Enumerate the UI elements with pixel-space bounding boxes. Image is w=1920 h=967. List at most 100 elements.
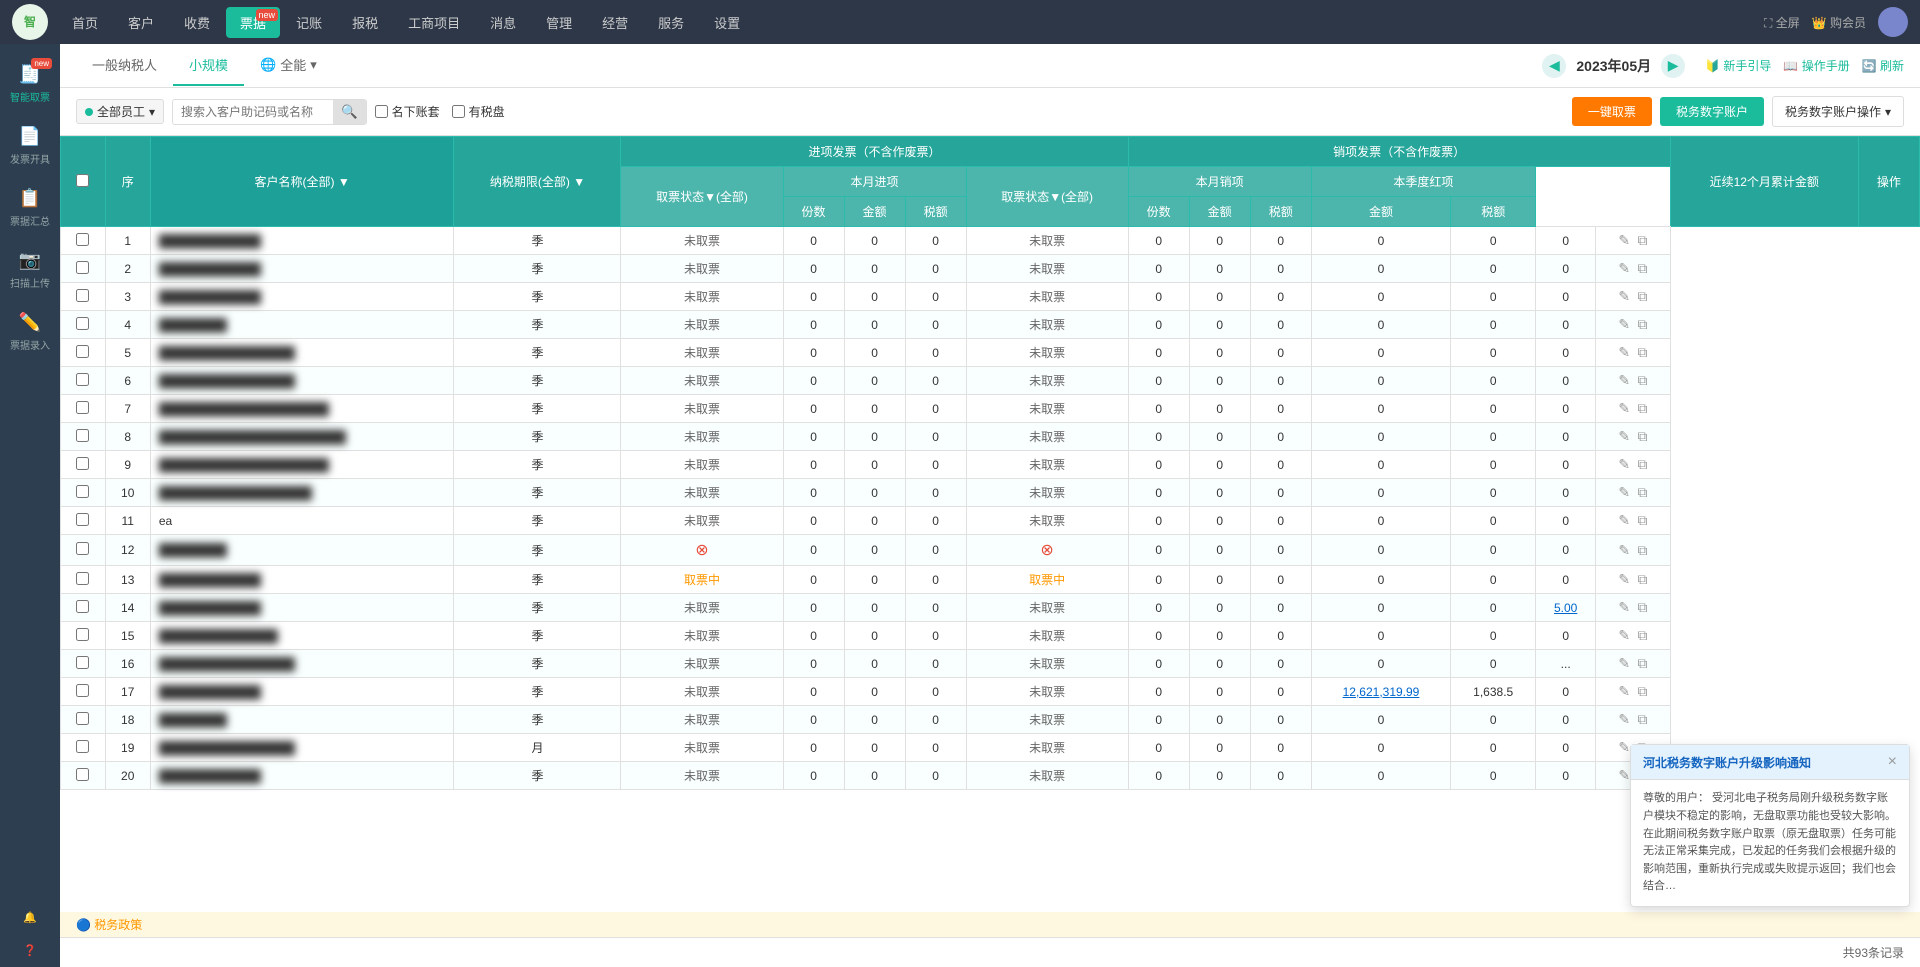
row-checkbox[interactable]	[76, 345, 89, 358]
user-avatar[interactable]	[1878, 7, 1908, 37]
copy-btn[interactable]: ⧉	[1636, 683, 1650, 699]
sidebar-help[interactable]: ❓	[0, 934, 60, 967]
manual-btn[interactable]: 📖 操作手册	[1783, 57, 1849, 74]
nav-settings[interactable]: 设置	[700, 7, 754, 38]
tab-general-taxpayer[interactable]: 一般纳税人	[76, 45, 173, 86]
copy-btn[interactable]: ⧉	[1636, 456, 1650, 472]
nav-manage[interactable]: 管理	[532, 7, 586, 38]
edit-btn[interactable]: ✎	[1616, 571, 1632, 587]
row-checkbox[interactable]	[76, 401, 89, 414]
edit-btn[interactable]: ✎	[1616, 655, 1632, 671]
copy-btn[interactable]: ⧉	[1636, 512, 1650, 528]
row-checkbox[interactable]	[76, 684, 89, 697]
tax-policy-bar[interactable]: 🔵 税务政策	[60, 912, 1920, 937]
search-input[interactable]	[173, 101, 333, 123]
tax-operation-btn[interactable]: 税务数字账户操作 ▾	[1772, 96, 1904, 127]
refresh-btn[interactable]: 🔄 刷新	[1862, 57, 1904, 74]
edit-btn[interactable]: ✎	[1616, 316, 1632, 332]
employee-selector[interactable]: 全部员工 ▾	[76, 99, 164, 124]
row-checkbox[interactable]	[76, 429, 89, 442]
nav-service[interactable]: 服务	[644, 7, 698, 38]
fetch-ticket-btn[interactable]: 一键取票	[1572, 97, 1652, 126]
row-checkbox[interactable]	[76, 485, 89, 498]
search-button[interactable]: 🔍	[333, 100, 366, 124]
checkbox-account-input[interactable]	[375, 105, 388, 118]
copy-btn[interactable]: ⧉	[1636, 260, 1650, 276]
copy-btn[interactable]: ⧉	[1636, 400, 1650, 416]
copy-btn[interactable]: ⧉	[1636, 627, 1650, 643]
row-checkbox[interactable]	[76, 600, 89, 613]
tab-all[interactable]: 🌐 全能 ▾	[244, 45, 333, 86]
checkbox-account[interactable]: 名下账套	[375, 103, 440, 120]
edit-btn[interactable]: ✎	[1616, 288, 1632, 304]
nav-invoice[interactable]: 票据 new	[226, 7, 280, 38]
tab-small-scale[interactable]: 小规模	[173, 45, 244, 86]
nav-fee[interactable]: 收费	[170, 7, 224, 38]
copy-btn[interactable]: ⧉	[1636, 599, 1650, 615]
row-checkbox[interactable]	[76, 740, 89, 753]
edit-btn[interactable]: ✎	[1616, 512, 1632, 528]
th-tax-period: 纳税期限(全部) ▼	[454, 137, 621, 227]
tax-account-btn[interactable]: 税务数字账户	[1660, 97, 1764, 126]
row-checkbox[interactable]	[76, 261, 89, 274]
copy-btn[interactable]: ⧉	[1636, 571, 1650, 587]
member-btn[interactable]: 👑 购会员	[1812, 14, 1866, 31]
edit-btn[interactable]: ✎	[1616, 260, 1632, 276]
copy-btn[interactable]: ⧉	[1636, 484, 1650, 500]
edit-btn[interactable]: ✎	[1616, 428, 1632, 444]
edit-btn[interactable]: ✎	[1616, 711, 1632, 727]
sidebar-item-entry[interactable]: ✏️ 票据录入	[0, 300, 60, 362]
select-all-checkbox[interactable]	[76, 174, 89, 187]
sidebar-item-summary[interactable]: 📋 票据汇总	[0, 176, 60, 238]
row-checkbox[interactable]	[76, 457, 89, 470]
edit-btn[interactable]: ✎	[1616, 372, 1632, 388]
nav-business[interactable]: 工商项目	[394, 7, 474, 38]
row-checkbox[interactable]	[76, 768, 89, 781]
edit-btn[interactable]: ✎	[1616, 484, 1632, 500]
sidebar-item-invoice-open[interactable]: 📄 发票开具	[0, 114, 60, 176]
period-prev-btn[interactable]: ◀	[1542, 54, 1566, 78]
edit-btn[interactable]: ✎	[1616, 400, 1632, 416]
sidebar-item-smart-fetch[interactable]: 🧾 new 智能取票	[0, 52, 60, 114]
nav-operation[interactable]: 经营	[588, 7, 642, 38]
checkbox-tax-disk[interactable]: 有税盘	[452, 103, 505, 120]
row-checkbox[interactable]	[76, 373, 89, 386]
edit-btn[interactable]: ✎	[1616, 456, 1632, 472]
edit-btn[interactable]: ✎	[1616, 599, 1632, 615]
sidebar-notification[interactable]: 🔔	[0, 901, 60, 934]
row-checkbox[interactable]	[76, 233, 89, 246]
nav-home[interactable]: 首页	[58, 7, 112, 38]
fullscreen-btn[interactable]: ⛶ 全屏	[1764, 14, 1800, 31]
period-next-btn[interactable]: ▶	[1661, 54, 1685, 78]
copy-btn[interactable]: ⧉	[1636, 344, 1650, 360]
row-checkbox[interactable]	[76, 289, 89, 302]
edit-btn[interactable]: ✎	[1616, 627, 1632, 643]
edit-btn[interactable]: ✎	[1616, 344, 1632, 360]
row-checkbox[interactable]	[76, 317, 89, 330]
edit-btn[interactable]: ✎	[1616, 232, 1632, 248]
notification-close-btn[interactable]: ×	[1888, 753, 1897, 771]
copy-btn[interactable]: ⧉	[1636, 316, 1650, 332]
copy-btn[interactable]: ⧉	[1636, 232, 1650, 248]
sidebar-item-scan[interactable]: 📷 扫描上传	[0, 238, 60, 300]
nav-tax[interactable]: 报税	[338, 7, 392, 38]
row-checkbox[interactable]	[76, 628, 89, 641]
guide-btn[interactable]: 🔰 新手引导	[1705, 57, 1771, 74]
nav-accounting[interactable]: 记账	[282, 7, 336, 38]
edit-btn[interactable]: ✎	[1616, 542, 1632, 558]
row-checkbox[interactable]	[76, 656, 89, 669]
row-checkbox[interactable]	[76, 572, 89, 585]
nav-message[interactable]: 消息	[476, 7, 530, 38]
copy-btn[interactable]: ⧉	[1636, 372, 1650, 388]
copy-btn[interactable]: ⧉	[1636, 288, 1650, 304]
edit-btn[interactable]: ✎	[1616, 683, 1632, 699]
row-checkbox[interactable]	[76, 712, 89, 725]
copy-btn[interactable]: ⧉	[1636, 711, 1650, 727]
row-checkbox[interactable]	[76, 513, 89, 526]
copy-btn[interactable]: ⧉	[1636, 428, 1650, 444]
nav-client[interactable]: 客户	[114, 7, 168, 38]
row-checkbox[interactable]	[76, 542, 89, 555]
copy-btn[interactable]: ⧉	[1636, 655, 1650, 671]
copy-btn[interactable]: ⧉	[1636, 542, 1650, 558]
checkbox-tax-disk-input[interactable]	[452, 105, 465, 118]
